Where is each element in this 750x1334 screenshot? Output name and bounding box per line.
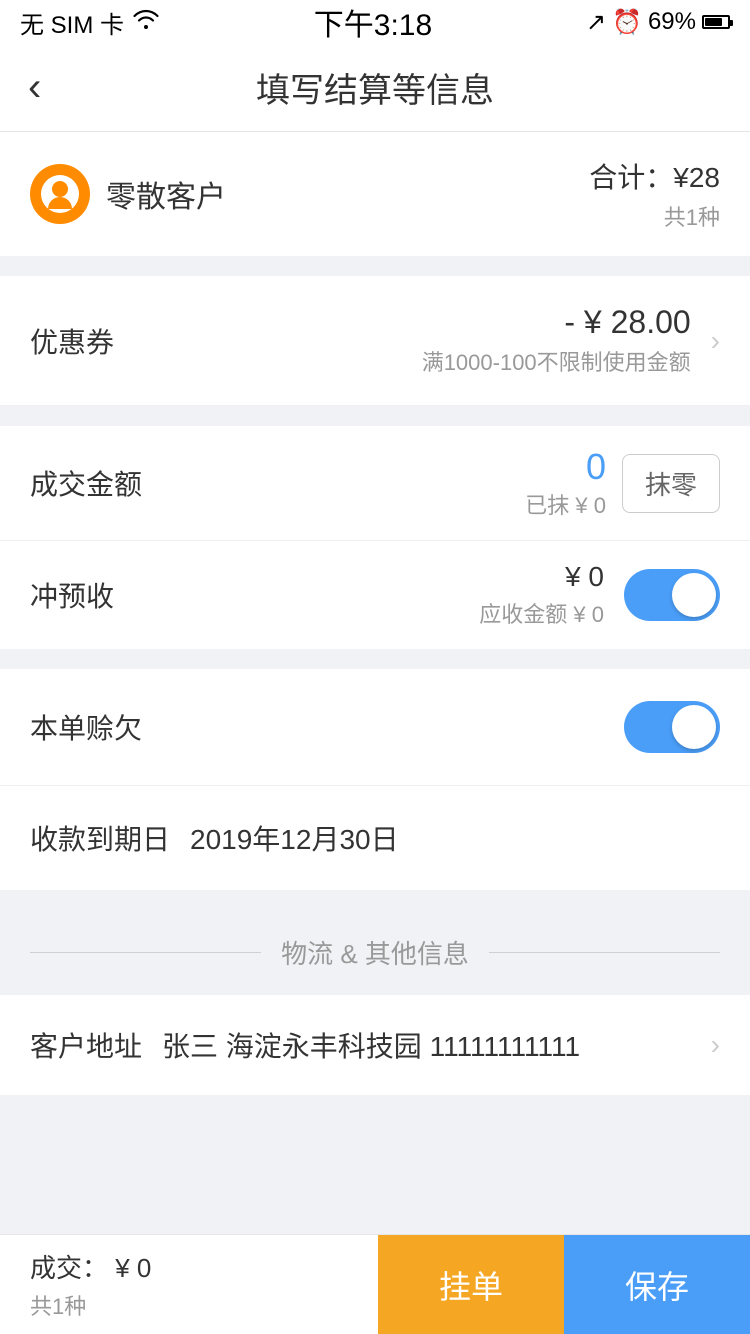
avatar xyxy=(30,164,90,224)
back-button[interactable]: ‹ xyxy=(28,65,41,110)
divider-3 xyxy=(0,649,750,669)
status-time: 下午3:18 xyxy=(314,0,432,44)
logistics-label: 物流 & 其他信息 xyxy=(281,934,469,971)
logistics-header: 物流 & 其他信息 xyxy=(0,910,750,995)
address-chevron: › xyxy=(711,1029,720,1061)
deal-amount: ¥ 0 xyxy=(115,1253,151,1283)
no-sim-label: 无 SIM 卡 xyxy=(20,5,124,40)
due-date-value: 2019年12月30日 xyxy=(190,818,399,858)
round-button[interactable]: 抹零 xyxy=(622,454,720,513)
status-right: ↗ ⏰ 69% xyxy=(586,8,730,37)
bottom-deal: 成交： ¥ 0 xyxy=(30,1248,348,1285)
transaction-value: 0 xyxy=(525,446,606,488)
nav-bar: ‹ 填写结算等信息 xyxy=(0,44,750,132)
due-date-row[interactable]: 收款到期日 2019年12月30日 xyxy=(0,785,750,890)
wifi-icon xyxy=(132,8,160,36)
advance-label: 冲预收 xyxy=(30,575,114,615)
advance-row: 冲预收 ¥ 0 应收金额 ¥ 0 xyxy=(0,540,750,649)
customer-row: 零散客户 合计：¥28 共1种 xyxy=(0,132,750,256)
hold-button[interactable]: 挂单 xyxy=(378,1235,564,1334)
address-row[interactable]: 客户地址 张三 海淀永丰科技园 11111111111 › xyxy=(0,995,750,1095)
divider-right xyxy=(489,952,720,953)
divider-1 xyxy=(0,256,750,276)
transaction-row: 成交金额 0 已抹 ¥ 0 抹零 xyxy=(0,426,750,540)
bottom-bar: 成交： ¥ 0 共1种 挂单 保存 xyxy=(0,1234,750,1334)
direction-icon: ↗ xyxy=(586,8,606,37)
battery-icon xyxy=(702,15,730,29)
customer-total: 合计：¥28 共1种 xyxy=(589,156,720,232)
bottom-count: 共1种 xyxy=(30,1289,348,1321)
coupon-label: 优惠券 xyxy=(30,321,114,361)
status-left: 无 SIM 卡 xyxy=(20,5,160,40)
total-amount: 合计：¥28 xyxy=(589,156,720,196)
divider-5 xyxy=(0,1095,750,1115)
avatar-icon xyxy=(41,175,79,213)
debt-toggle-knob xyxy=(672,705,716,749)
coupon-desc: 满1000-100不限制使用金额 xyxy=(422,345,691,377)
due-date-label: 收款到期日 xyxy=(30,818,170,858)
toggle-knob xyxy=(672,573,716,617)
status-bar: 无 SIM 卡 下午3:18 ↗ ⏰ 69% xyxy=(0,0,750,44)
advance-amount: ¥ 0 xyxy=(479,561,604,593)
coupon-amount: - ¥ 28.00 xyxy=(422,304,691,341)
already-deducted: 已抹 ¥ 0 xyxy=(525,488,606,520)
customer-name: 零散客户 xyxy=(106,172,226,216)
bottom-info: 成交： ¥ 0 共1种 xyxy=(0,1235,378,1334)
debt-label: 本单赊欠 xyxy=(30,707,142,747)
divider-2 xyxy=(0,406,750,426)
save-button[interactable]: 保存 xyxy=(564,1235,750,1334)
advance-receivable: 应收金额 ¥ 0 xyxy=(479,597,604,629)
address-value: 张三 海淀永丰科技园 11111111111 xyxy=(162,1025,703,1065)
transaction-label: 成交金额 xyxy=(30,463,142,503)
bottom-spacer xyxy=(0,1115,750,1225)
coupon-row[interactable]: 优惠券 - ¥ 28.00 满1000-100不限制使用金额 › xyxy=(0,276,750,406)
page-title: 填写结算等信息 xyxy=(256,63,494,112)
debt-row: 本单赊欠 xyxy=(0,669,750,785)
advance-toggle[interactable] xyxy=(624,569,720,621)
total-count: 共1种 xyxy=(589,200,720,232)
divider-left xyxy=(30,952,261,953)
debt-toggle[interactable] xyxy=(624,701,720,753)
battery-label: 69% xyxy=(648,8,696,36)
address-label: 客户地址 xyxy=(30,1025,142,1065)
deal-label: 成交： xyxy=(30,1253,108,1283)
coupon-chevron: › xyxy=(711,325,720,357)
divider-4 xyxy=(0,890,750,910)
alarm-icon: ⏰ xyxy=(612,8,642,37)
